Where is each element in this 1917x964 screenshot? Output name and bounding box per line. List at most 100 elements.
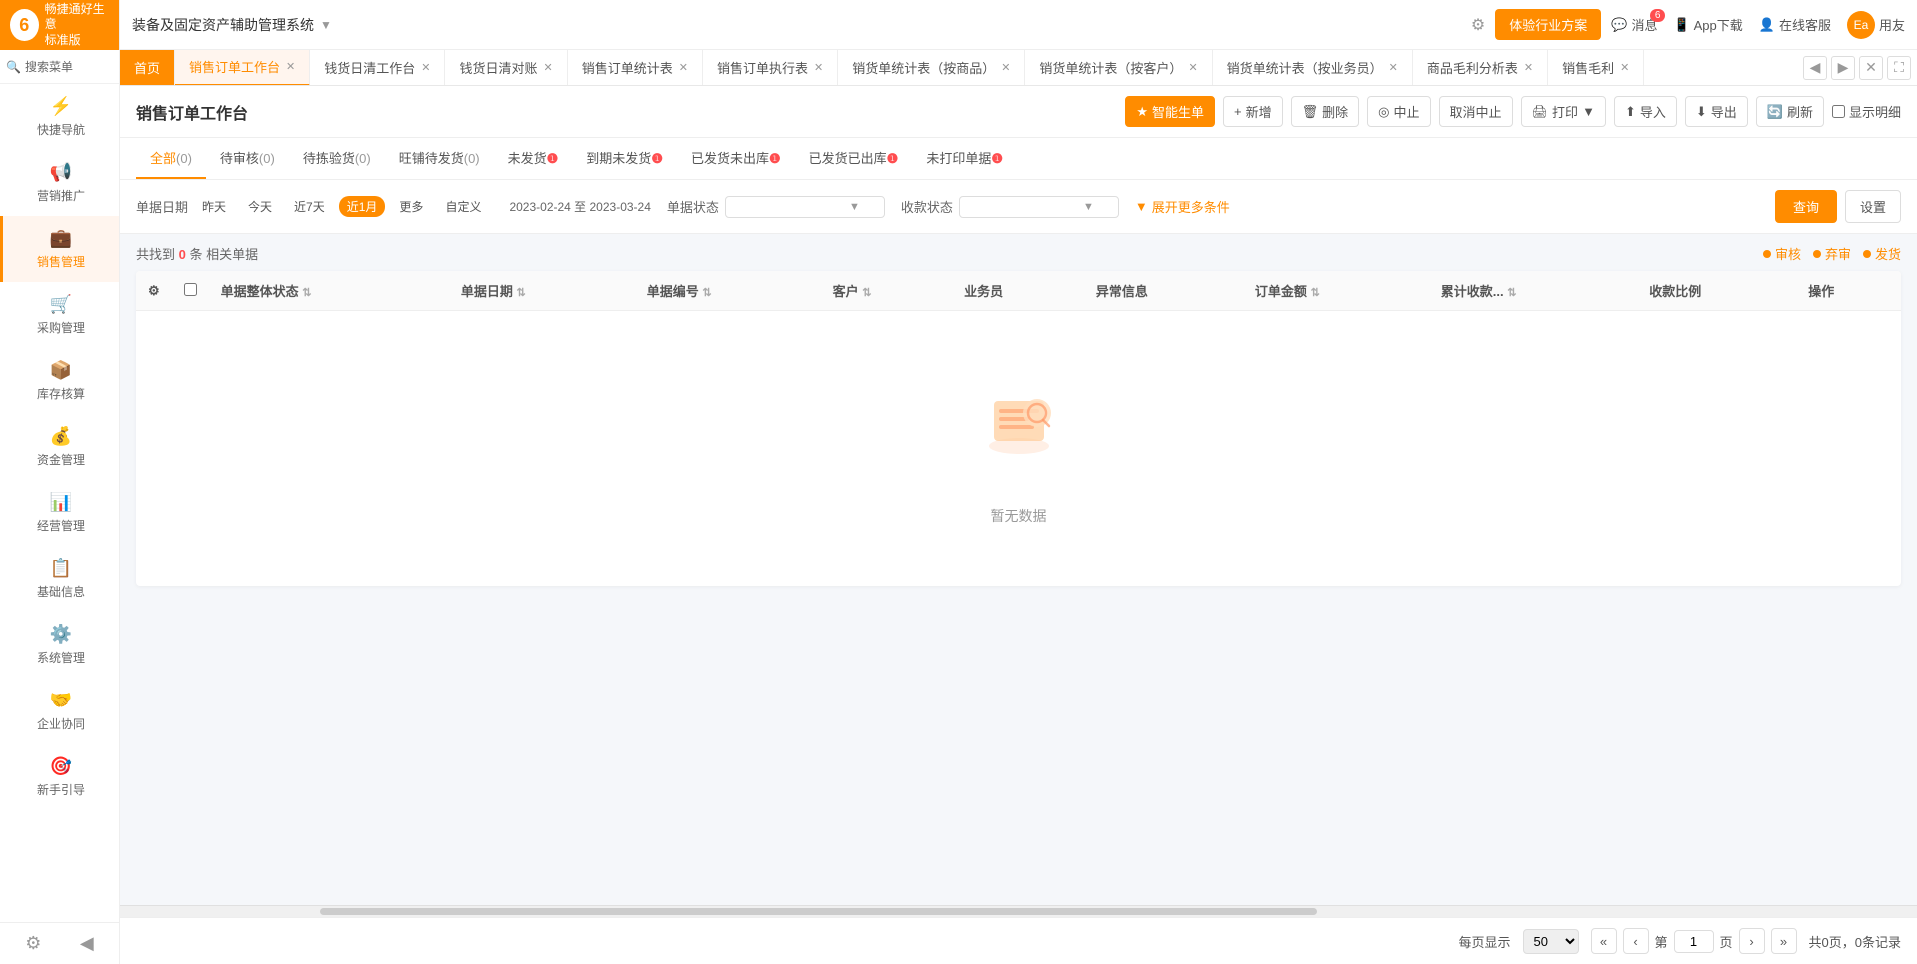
- topbar-industry-btn[interactable]: 体验行业方案: [1495, 9, 1601, 40]
- sidebar-item-inventory[interactable]: 📦 库存核算: [0, 348, 119, 414]
- tab-cash-reconcile[interactable]: 钱货日清对账 ✕: [445, 50, 567, 86]
- tab-sales-workbench[interactable]: 销售订单工作台 ✕: [175, 50, 310, 86]
- tab-cash-reconcile-close[interactable]: ✕: [544, 61, 553, 74]
- sub-tab-overdue-not-shipped[interactable]: 到期未发货❶: [572, 138, 677, 179]
- tab-prev-btn[interactable]: ◀: [1803, 56, 1827, 80]
- sidebar-item-finance[interactable]: 💰 资金管理: [0, 414, 119, 480]
- tab-cash-daily[interactable]: 钱货日清工作台 ✕: [310, 50, 445, 86]
- prev-page-btn[interactable]: ‹: [1623, 928, 1649, 954]
- tab-next-btn[interactable]: ▶: [1831, 56, 1855, 80]
- print-btn[interactable]: 🖨 打印 ▼: [1521, 96, 1606, 127]
- date-btn-last1m[interactable]: 近1月: [339, 196, 386, 217]
- select-all-checkbox[interactable]: [184, 283, 197, 296]
- tab-sales-exec-close[interactable]: ✕: [814, 61, 823, 74]
- sidebar-item-sales[interactable]: 💼 销售管理: [0, 216, 119, 282]
- refresh-btn[interactable]: 🔄 刷新: [1756, 96, 1824, 127]
- import-btn[interactable]: ⬆ 导入: [1614, 96, 1677, 127]
- tab-sales-more[interactable]: 销售毛利 ✕: [1548, 50, 1644, 86]
- first-page-btn[interactable]: «: [1591, 928, 1617, 954]
- batch-cancel-audit-btn[interactable]: 弃审: [1813, 244, 1851, 263]
- topbar-messages[interactable]: 💬 消息 6: [1611, 15, 1657, 34]
- sort-customer-icon[interactable]: ⇅: [862, 287, 871, 299]
- topbar-gear-icon[interactable]: ⚙: [1471, 15, 1485, 35]
- sidebar-item-operations[interactable]: 📊 经营管理: [0, 480, 119, 546]
- sub-tab-not-shipped[interactable]: 未发货❶: [494, 138, 573, 179]
- tab-sales-more-close[interactable]: ✕: [1620, 61, 1629, 74]
- sub-tab-all[interactable]: 全部(0): [136, 138, 206, 179]
- sidebar-item-marketing[interactable]: 📢 营销推广: [0, 150, 119, 216]
- col-checkbox[interactable]: [172, 271, 209, 311]
- topbar-app-download[interactable]: 📱 App下载: [1673, 15, 1742, 34]
- tab-sales-exec[interactable]: 销售订单执行表 ✕: [703, 50, 838, 86]
- sort-status-icon[interactable]: ⇅: [302, 287, 311, 299]
- page-size-select[interactable]: 50 10 20 100: [1523, 929, 1579, 954]
- tab-sales-summary-product[interactable]: 销货单统计表（按商品） ✕: [838, 50, 1025, 86]
- scrollbar-thumb[interactable]: [320, 908, 1317, 915]
- tab-sales-summary-customer-close[interactable]: ✕: [1188, 61, 1197, 74]
- sort-number-icon[interactable]: ⇅: [702, 287, 711, 299]
- tab-sales-summary-staff-close[interactable]: ✕: [1389, 61, 1398, 74]
- next-page-btn[interactable]: ›: [1739, 928, 1765, 954]
- tab-cash-daily-close[interactable]: ✕: [421, 61, 430, 74]
- sidebar-search[interactable]: 🔍 搜索菜单: [0, 50, 119, 84]
- sub-tab-pending-inspection[interactable]: 待拣验货(0): [289, 138, 385, 179]
- date-btn-yesterday[interactable]: 昨天: [194, 196, 234, 217]
- add-btn[interactable]: + 新增: [1223, 96, 1283, 127]
- date-btn-last7[interactable]: 近7天: [286, 196, 333, 217]
- sub-tab-not-printed[interactable]: 未打印单据❶: [912, 138, 1017, 179]
- sub-tab-shipped-not-warehoused[interactable]: 已发货未出库❶: [677, 138, 795, 179]
- sidebar-item-enterprise[interactable]: 🤝 企业协同: [0, 678, 119, 744]
- settings-bottom-icon[interactable]: ⚙: [25, 933, 41, 954]
- tab-sales-summary-staff[interactable]: 销货单统计表（按业务员） ✕: [1213, 50, 1413, 86]
- sidebar-nav: ⚡ 快捷导航 📢 营销推广 💼 销售管理 🛒 采购管理 📦 库存核算 💰 资金管…: [0, 84, 119, 922]
- export-btn[interactable]: ⬇ 导出: [1685, 96, 1748, 127]
- sub-tab-shipped-warehoused[interactable]: 已发货已出库❶: [795, 138, 913, 179]
- sort-amount-icon[interactable]: ⇅: [1311, 287, 1320, 299]
- collapse-icon[interactable]: ◀: [80, 933, 94, 954]
- tab-sales-workbench-close[interactable]: ✕: [286, 60, 295, 73]
- query-btn[interactable]: 查询: [1775, 190, 1837, 223]
- suspend-btn[interactable]: ◎ 中止: [1367, 96, 1430, 127]
- date-btn-more[interactable]: 更多: [391, 196, 431, 217]
- tab-sales-stats[interactable]: 销售订单统计表 ✕: [568, 50, 703, 86]
- sort-date-icon[interactable]: ⇅: [517, 287, 526, 299]
- tab-sales-summary-product-close[interactable]: ✕: [1001, 61, 1010, 74]
- delete-btn[interactable]: 🗑 删除: [1291, 96, 1360, 127]
- sub-tab-pending-review[interactable]: 待审核(0): [206, 138, 289, 179]
- sort-collected-icon[interactable]: ⇅: [1507, 287, 1516, 299]
- col-settings[interactable]: ⚙: [136, 271, 172, 311]
- tab-sales-summary-customer[interactable]: 销货单统计表（按客户） ✕: [1025, 50, 1212, 86]
- show-details-input[interactable]: [1832, 105, 1845, 118]
- tab-margin-analysis[interactable]: 商品毛利分析表 ✕: [1413, 50, 1548, 86]
- tab-home[interactable]: 首页: [120, 50, 175, 86]
- payment-filter-label: 收款状态: [901, 197, 953, 216]
- topbar-dropdown-icon[interactable]: ▼: [320, 18, 332, 32]
- date-btn-custom[interactable]: 自定义: [437, 196, 489, 217]
- status-select[interactable]: ▼: [725, 196, 885, 218]
- tab-fullscreen-btn[interactable]: ⛶: [1887, 56, 1911, 80]
- smart-generate-btn[interactable]: ★ 智能生单: [1125, 96, 1215, 127]
- payment-select[interactable]: ▼: [959, 196, 1119, 218]
- tab-margin-analysis-close[interactable]: ✕: [1524, 61, 1533, 74]
- batch-audit-btn[interactable]: 审核: [1763, 244, 1801, 263]
- topbar-online-service[interactable]: 👤 在线客服: [1759, 15, 1831, 34]
- main-area: 装备及固定资产辅助管理系统 ▼ ⚙ 体验行业方案 💬 消息 6 📱 App下载 …: [120, 0, 1917, 964]
- settings-filter-btn[interactable]: 设置: [1845, 190, 1901, 223]
- tab-sales-stats-close[interactable]: ✕: [679, 61, 688, 74]
- show-details-checkbox[interactable]: 显示明细: [1832, 102, 1901, 121]
- sidebar-item-guide[interactable]: 🎯 新手引导: [0, 744, 119, 810]
- sidebar-item-basic[interactable]: 📋 基础信息: [0, 546, 119, 612]
- tab-close-all-btn[interactable]: ✕: [1859, 56, 1883, 80]
- topbar-user[interactable]: Ea 用友: [1847, 11, 1905, 39]
- page-input[interactable]: [1674, 930, 1714, 953]
- sidebar-item-system[interactable]: ⚙️ 系统管理: [0, 612, 119, 678]
- sub-tab-wangpu-ship[interactable]: 旺铺待发货(0): [385, 138, 494, 179]
- horizontal-scrollbar[interactable]: [120, 905, 1917, 917]
- expand-btn[interactable]: ▼ 展开更多条件: [1135, 197, 1759, 216]
- sidebar-item-quick-nav[interactable]: ⚡ 快捷导航: [0, 84, 119, 150]
- cancel-suspend-btn[interactable]: 取消中止: [1439, 96, 1513, 127]
- date-btn-today[interactable]: 今天: [240, 196, 280, 217]
- sidebar-item-purchase[interactable]: 🛒 采购管理: [0, 282, 119, 348]
- last-page-btn[interactable]: »: [1771, 928, 1797, 954]
- batch-ship-btn[interactable]: 发货: [1863, 244, 1901, 263]
